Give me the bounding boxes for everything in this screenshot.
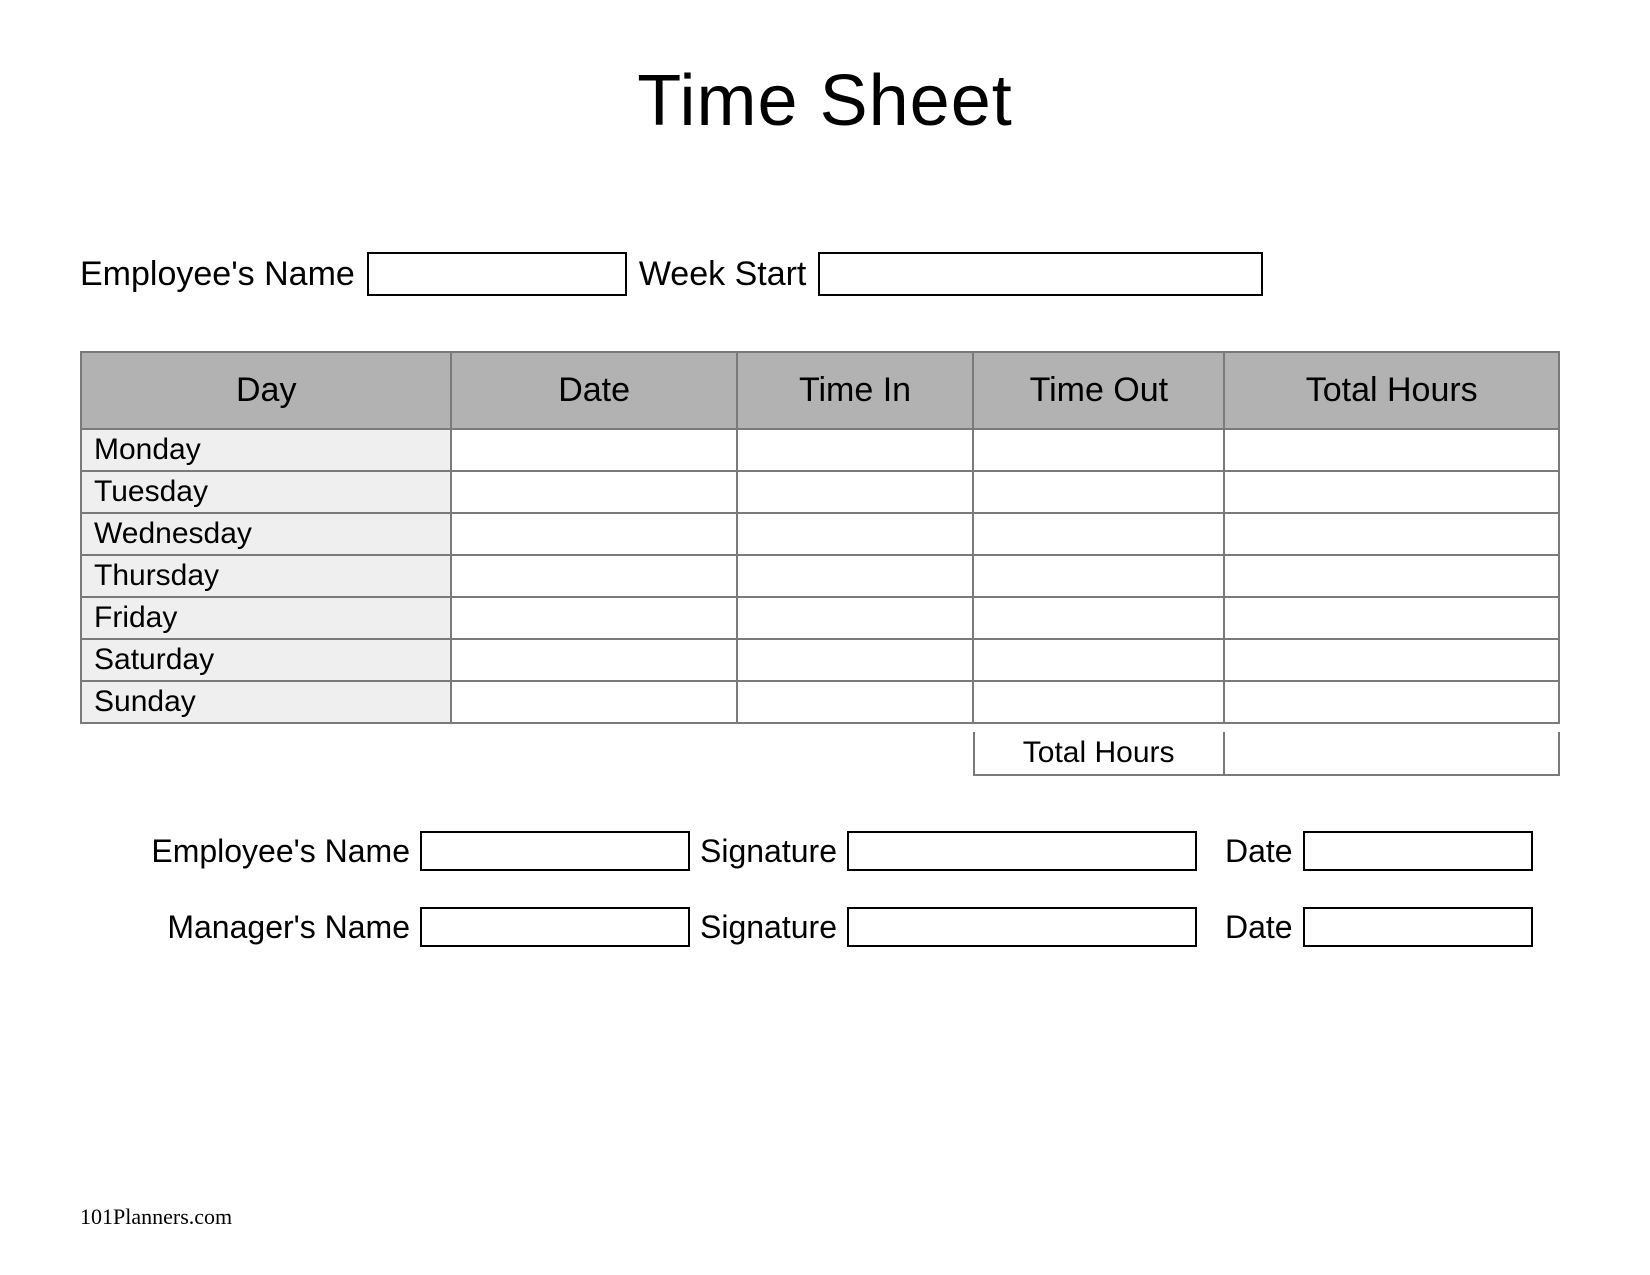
employee-name-sig-label: Employee's Name — [110, 833, 410, 870]
manager-signature-row: Manager's Name Signature Date — [80, 907, 1570, 947]
manager-signature-label: Signature — [700, 909, 837, 946]
employee-signature-field[interactable] — [847, 831, 1197, 871]
page-title: Time Sheet — [80, 60, 1570, 142]
manager-date-label: Date — [1225, 909, 1293, 946]
day-cell: Friday — [81, 597, 451, 639]
date-cell[interactable] — [451, 513, 736, 555]
time-in-cell[interactable] — [737, 681, 974, 723]
date-cell[interactable] — [451, 429, 736, 471]
time-in-cell[interactable] — [737, 555, 974, 597]
time-out-cell[interactable] — [973, 513, 1224, 555]
table-row: Saturday — [81, 639, 1559, 681]
col-time-in: Time In — [737, 352, 974, 429]
day-cell: Saturday — [81, 639, 451, 681]
employee-name-label: Employee's Name — [80, 255, 355, 294]
time-out-cell[interactable] — [973, 681, 1224, 723]
time-in-cell[interactable] — [737, 513, 974, 555]
day-cell: Thursday — [81, 555, 451, 597]
table-row: Tuesday — [81, 471, 1559, 513]
date-cell[interactable] — [451, 471, 736, 513]
week-start-label: Week Start — [639, 255, 807, 294]
col-time-out: Time Out — [973, 352, 1224, 429]
day-cell: Monday — [81, 429, 451, 471]
col-date: Date — [451, 352, 736, 429]
total-hours-cell[interactable] — [1224, 513, 1559, 555]
time-in-cell[interactable] — [737, 597, 974, 639]
employee-date-field[interactable] — [1303, 831, 1533, 871]
total-hours-cell[interactable] — [1224, 429, 1559, 471]
employee-name-sig-field[interactable] — [420, 831, 690, 871]
total-hours-value[interactable] — [1225, 732, 1560, 776]
date-cell[interactable] — [451, 555, 736, 597]
total-hours-row: Total Hours — [80, 732, 1560, 776]
manager-name-sig-label: Manager's Name — [110, 909, 410, 946]
day-cell: Sunday — [81, 681, 451, 723]
total-hours-cell[interactable] — [1224, 555, 1559, 597]
total-hours-cell[interactable] — [1224, 597, 1559, 639]
time-in-cell[interactable] — [737, 471, 974, 513]
date-cell[interactable] — [451, 681, 736, 723]
employee-signature-label: Signature — [700, 833, 837, 870]
table-row: Thursday — [81, 555, 1559, 597]
table-row: Friday — [81, 597, 1559, 639]
employee-date-label: Date — [1225, 833, 1293, 870]
time-out-cell[interactable] — [973, 639, 1224, 681]
total-hours-cell[interactable] — [1224, 471, 1559, 513]
total-hours-label: Total Hours — [973, 732, 1225, 776]
total-hours-cell[interactable] — [1224, 639, 1559, 681]
date-cell[interactable] — [451, 597, 736, 639]
total-hours-cell[interactable] — [1224, 681, 1559, 723]
manager-date-field[interactable] — [1303, 907, 1533, 947]
time-out-cell[interactable] — [973, 555, 1224, 597]
time-in-cell[interactable] — [737, 429, 974, 471]
footer-credit: 101Planners.com — [80, 1204, 232, 1230]
employee-signature-row: Employee's Name Signature Date — [80, 831, 1570, 871]
day-cell: Tuesday — [81, 471, 451, 513]
day-cell: Wednesday — [81, 513, 451, 555]
time-out-cell[interactable] — [973, 429, 1224, 471]
time-in-cell[interactable] — [737, 639, 974, 681]
manager-name-sig-field[interactable] — [420, 907, 690, 947]
header-fields: Employee's Name Week Start — [80, 252, 1570, 296]
employee-name-field[interactable] — [367, 252, 627, 296]
time-out-cell[interactable] — [973, 471, 1224, 513]
timesheet-table: Day Date Time In Time Out Total Hours Mo… — [80, 351, 1560, 724]
time-out-cell[interactable] — [973, 597, 1224, 639]
table-row: Monday — [81, 429, 1559, 471]
col-total-hours: Total Hours — [1224, 352, 1559, 429]
col-day: Day — [81, 352, 451, 429]
date-cell[interactable] — [451, 639, 736, 681]
manager-signature-field[interactable] — [847, 907, 1197, 947]
table-row: Sunday — [81, 681, 1559, 723]
table-row: Wednesday — [81, 513, 1559, 555]
week-start-field[interactable] — [818, 252, 1263, 296]
